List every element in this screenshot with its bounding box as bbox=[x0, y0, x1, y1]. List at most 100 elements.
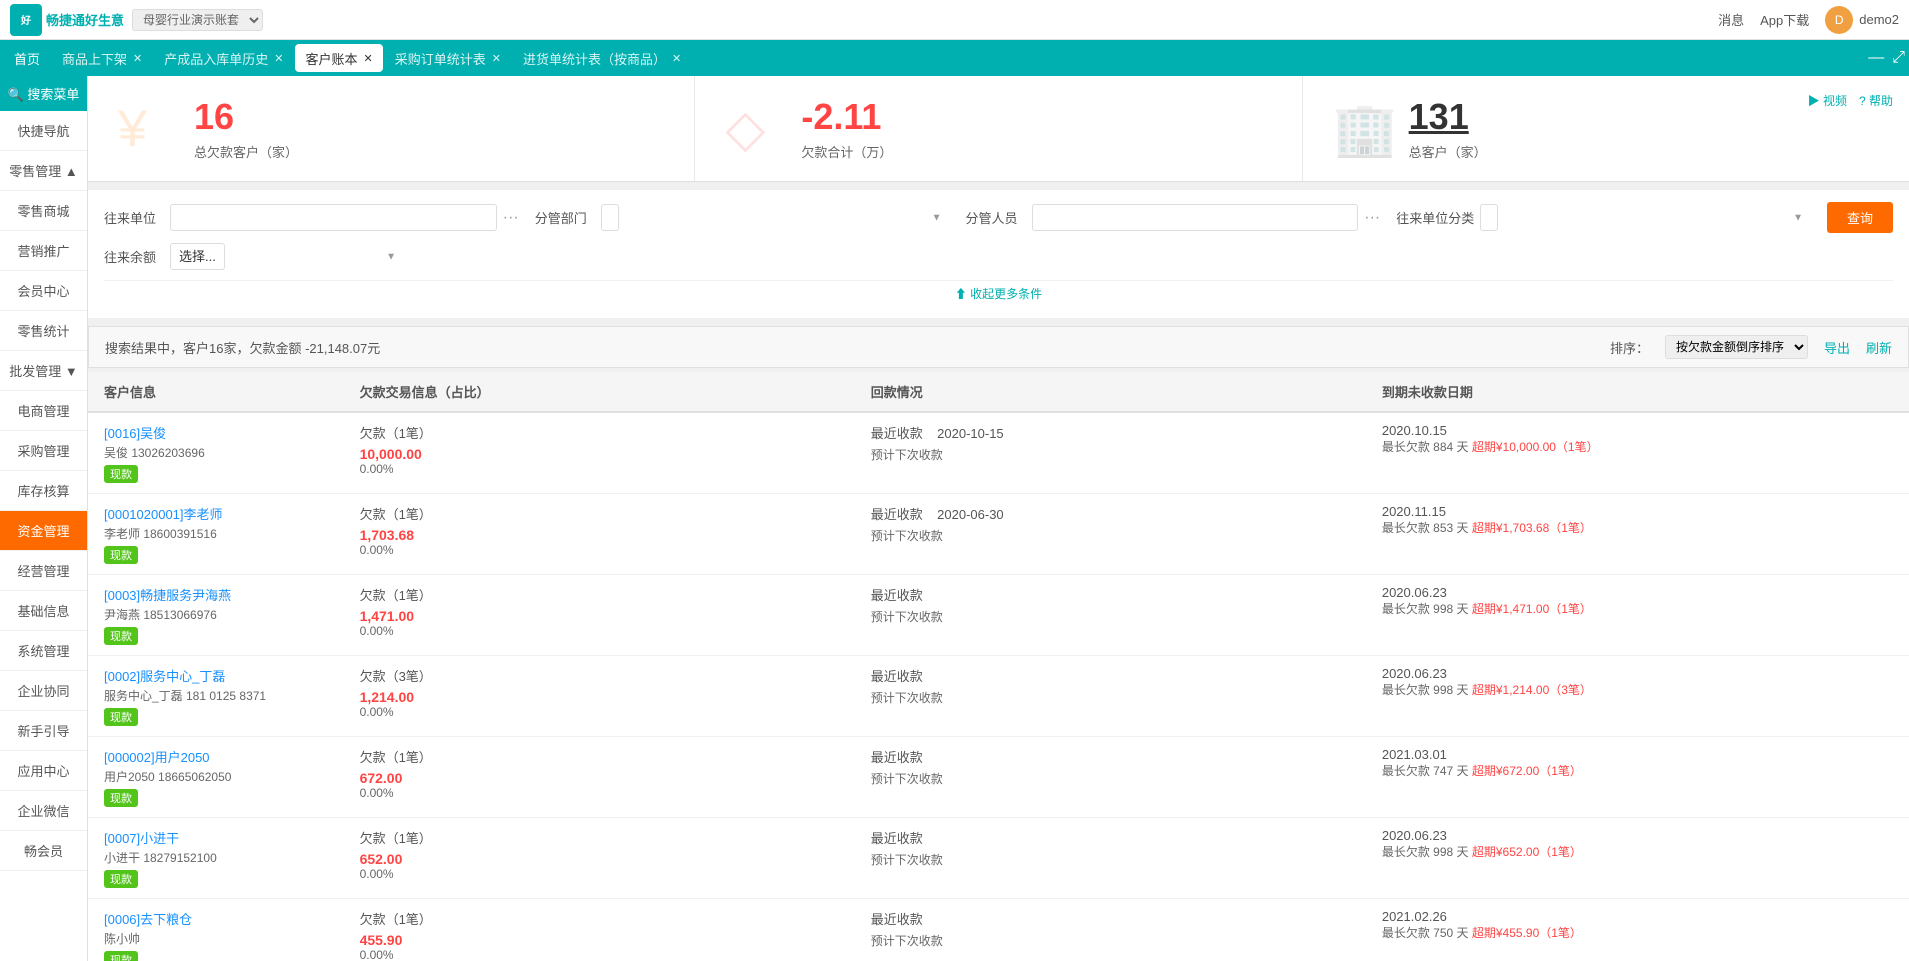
sidebar-item-member[interactable]: 会员中心 bbox=[0, 271, 87, 311]
main-content: ¥ 16 总欠款客户（家） ◇ -2.11 欠款合计（万） 🏢 131 总客户（… bbox=[88, 76, 1909, 961]
sidebar-item-operations[interactable]: 经营管理 bbox=[0, 551, 87, 591]
sidebar-item-ecommerce[interactable]: 电商管理 bbox=[0, 391, 87, 431]
sidebar-search[interactable]: 🔍 搜索菜单 bbox=[0, 76, 87, 111]
sidebar-item-finance[interactable]: 资金管理 bbox=[0, 511, 87, 551]
filter-dept-select[interactable] bbox=[601, 204, 619, 231]
sidebar-item-retail-stats[interactable]: 零售统计 bbox=[0, 311, 87, 351]
debt-amount-6: 652.00 bbox=[360, 851, 871, 867]
sidebar-item-app-center[interactable]: 应用中心 bbox=[0, 751, 87, 791]
sidebar-item-guide[interactable]: 新手引导 bbox=[0, 711, 87, 751]
results-bar: 搜索结果中，客户16家，欠款金额 -21,148.07元 排序： 按欠款金额倒序… bbox=[88, 326, 1909, 368]
sort-select[interactable]: 按欠款金额倒序排序 bbox=[1665, 335, 1808, 359]
card-icon-minus: ◇ bbox=[725, 99, 785, 159]
sidebar-item-inventory[interactable]: 库存核算 bbox=[0, 471, 87, 511]
overdue-days-6: 最长欠款 998 天 超期¥652.00（1笔） bbox=[1382, 843, 1893, 860]
search-button[interactable]: 查询 bbox=[1827, 202, 1893, 233]
customer-name-2[interactable]: [0001020001]李老师 bbox=[104, 504, 360, 523]
debt-count-6: 欠款（1笔） bbox=[360, 828, 871, 847]
overdue-days-4: 最长欠款 998 天 超期¥1,214.00（3笔） bbox=[1382, 681, 1893, 698]
customer-name-1[interactable]: [0016]吴俊 bbox=[104, 423, 360, 442]
table-header: 客户信息 欠款交易信息（占比） 回款情况 到期未收款日期 bbox=[88, 372, 1909, 413]
company-select[interactable]: 母婴行业演示账套 bbox=[132, 9, 263, 31]
payment-cell-2: 最近收款 2020-06-30 预计下次收款 bbox=[871, 504, 1382, 544]
data-table: 客户信息 欠款交易信息（占比） 回款情况 到期未收款日期 [0016]吴俊 吴俊… bbox=[88, 372, 1909, 961]
overdue-amount-1[interactable]: 超期¥10,000.00（1笔） bbox=[1472, 440, 1599, 454]
top-bar-left: 好 畅捷通好生意 母婴行业演示账套 bbox=[10, 4, 263, 36]
debt-amount-4: 1,214.00 bbox=[360, 689, 871, 705]
app-download-btn[interactable]: App下载 bbox=[1760, 10, 1809, 29]
filter-source-unit-input[interactable] bbox=[170, 204, 497, 231]
filter-person: 分管人员 ··· bbox=[966, 204, 1381, 231]
sidebar-item-member2[interactable]: 畅会员 bbox=[0, 831, 87, 871]
overdue-amount-4[interactable]: 超期¥1,214.00（3笔） bbox=[1472, 683, 1592, 697]
table-row: [0001020001]李老师 李老师 18600391516 现款 欠款（1笔… bbox=[88, 494, 1909, 575]
due-cell-3: 2020.06.23 最长欠款 998 天 超期¥1,471.00（1笔） bbox=[1382, 585, 1893, 617]
filter-category-label: 往来单位分类 bbox=[1396, 208, 1474, 227]
col-customer-info: 客户信息 bbox=[104, 382, 360, 401]
sidebar-item-wechat[interactable]: 企业微信 bbox=[0, 791, 87, 831]
top-bar: 好 畅捷通好生意 母婴行业演示账套 消息 App下载 D demo2 bbox=[0, 0, 1909, 40]
due-cell-6: 2020.06.23 最长欠款 998 天 超期¥652.00（1笔） bbox=[1382, 828, 1893, 860]
sidebar-item-system[interactable]: 系统管理 bbox=[0, 631, 87, 671]
tab-minimize[interactable]: — bbox=[1868, 49, 1884, 67]
debt-cell-7: 欠款（1笔） 455.90 0.00% bbox=[360, 909, 871, 961]
customer-name-7[interactable]: [0006]去下粮仓 bbox=[104, 909, 360, 928]
tab-product-history[interactable]: 产成品入库单历史 ✕ bbox=[154, 44, 293, 72]
overdue-days-1: 最长欠款 884 天 超期¥10,000.00（1笔） bbox=[1382, 438, 1893, 455]
next-payment-1: 预计下次收款 bbox=[871, 446, 1382, 463]
overdue-amount-5[interactable]: 超期¥672.00（1笔） bbox=[1472, 764, 1582, 778]
filter-balance-select[interactable]: 选择... bbox=[170, 243, 225, 270]
customer-name-6[interactable]: [0007]小进干 bbox=[104, 828, 360, 847]
filter-person-dots[interactable]: ··· bbox=[1364, 209, 1380, 227]
tab-shagnpins[interactable]: 商品上下架 ✕ bbox=[52, 44, 152, 72]
video-btn[interactable]: ▶ 视频 bbox=[1808, 92, 1847, 109]
customer-tag-1: 现款 bbox=[104, 465, 138, 483]
sidebar-quick-nav[interactable]: 快捷导航 bbox=[0, 111, 87, 151]
debt-amount-1: 10,000.00 bbox=[360, 446, 871, 462]
help-btn[interactable]: ? 帮助 bbox=[1859, 92, 1893, 109]
total-customers-label: 总客户（家） bbox=[1409, 142, 1487, 161]
overdue-amount-3[interactable]: 超期¥1,471.00（1笔） bbox=[1472, 602, 1592, 616]
due-cell-1: 2020.10.15 最长欠款 884 天 超期¥10,000.00（1笔） bbox=[1382, 423, 1893, 455]
customer-name-4[interactable]: [0002]服务中心_丁磊 bbox=[104, 666, 360, 685]
customer-name-5[interactable]: [000002]用户2050 bbox=[104, 747, 360, 766]
customer-name-3[interactable]: [0003]畅捷服务尹海燕 bbox=[104, 585, 360, 604]
sidebar-item-retail-mgmt[interactable]: 零售管理 ▲ bbox=[0, 151, 87, 191]
filter-category-select[interactable] bbox=[1480, 204, 1498, 231]
table-row: [000002]用户2050 用户2050 18665062050 现款 欠款（… bbox=[88, 737, 1909, 818]
sidebar-item-basic-info[interactable]: 基础信息 bbox=[0, 591, 87, 631]
sidebar-item-marketing[interactable]: 营销推广 bbox=[0, 231, 87, 271]
export-btn[interactable]: 导出 bbox=[1824, 338, 1850, 357]
overdue-amount-6[interactable]: 超期¥652.00（1笔） bbox=[1472, 845, 1582, 859]
filter-source-unit-dots[interactable]: ··· bbox=[503, 209, 519, 227]
refresh-btn[interactable]: 刷新 bbox=[1866, 338, 1892, 357]
collapse-filter-btn[interactable]: ⬆ 收起更多条件 bbox=[104, 280, 1893, 306]
tab-purchase-stats[interactable]: 采购订单统计表 ✕ bbox=[385, 44, 511, 72]
overdue-amount-2[interactable]: 超期¥1,703.68（1笔） bbox=[1472, 521, 1592, 535]
tab-close-4[interactable]: ✕ bbox=[492, 52, 501, 65]
tab-close-3[interactable]: ✕ bbox=[364, 52, 373, 65]
message-btn[interactable]: 消息 bbox=[1718, 10, 1744, 29]
customer-cell-5: [000002]用户2050 用户2050 18665062050 现款 bbox=[104, 747, 360, 807]
debt-cell-3: 欠款（1笔） 1,471.00 0.00% bbox=[360, 585, 871, 638]
debt-amount-3: 1,471.00 bbox=[360, 608, 871, 624]
debt-cell-4: 欠款（3笔） 1,214.00 0.00% bbox=[360, 666, 871, 719]
overdue-amount-7[interactable]: 超期¥455.90（1笔） bbox=[1472, 926, 1582, 940]
filter-person-input[interactable] bbox=[1032, 204, 1359, 231]
tab-customer-account[interactable]: 客户账本 ✕ bbox=[295, 44, 382, 72]
customer-cell-1: [0016]吴俊 吴俊 13026203696 现款 bbox=[104, 423, 360, 483]
sidebar-item-wholesale[interactable]: 批发管理 ▼ bbox=[0, 351, 87, 391]
tab-close-5[interactable]: ✕ bbox=[672, 52, 681, 65]
tab-home[interactable]: 首页 bbox=[4, 44, 50, 72]
card-icon-building: 🏢 bbox=[1333, 99, 1393, 159]
sidebar-item-enterprise[interactable]: 企业协同 bbox=[0, 671, 87, 711]
tab-maximize[interactable]: ⤢ bbox=[1892, 49, 1905, 67]
tab-close-1[interactable]: ✕ bbox=[133, 52, 142, 65]
customer-tag-3: 现款 bbox=[104, 627, 138, 645]
tab-close-2[interactable]: ✕ bbox=[274, 52, 283, 65]
tab-inbound-stats[interactable]: 进货单统计表（按商品） ✕ bbox=[513, 44, 691, 72]
sidebar-item-purchase[interactable]: 采购管理 bbox=[0, 431, 87, 471]
sidebar-item-retail-store[interactable]: 零售商城 bbox=[0, 191, 87, 231]
debt-cell-1: 欠款（1笔） 10,000.00 0.00% bbox=[360, 423, 871, 476]
customer-cell-6: [0007]小进干 小进干 18279152100 现款 bbox=[104, 828, 360, 888]
